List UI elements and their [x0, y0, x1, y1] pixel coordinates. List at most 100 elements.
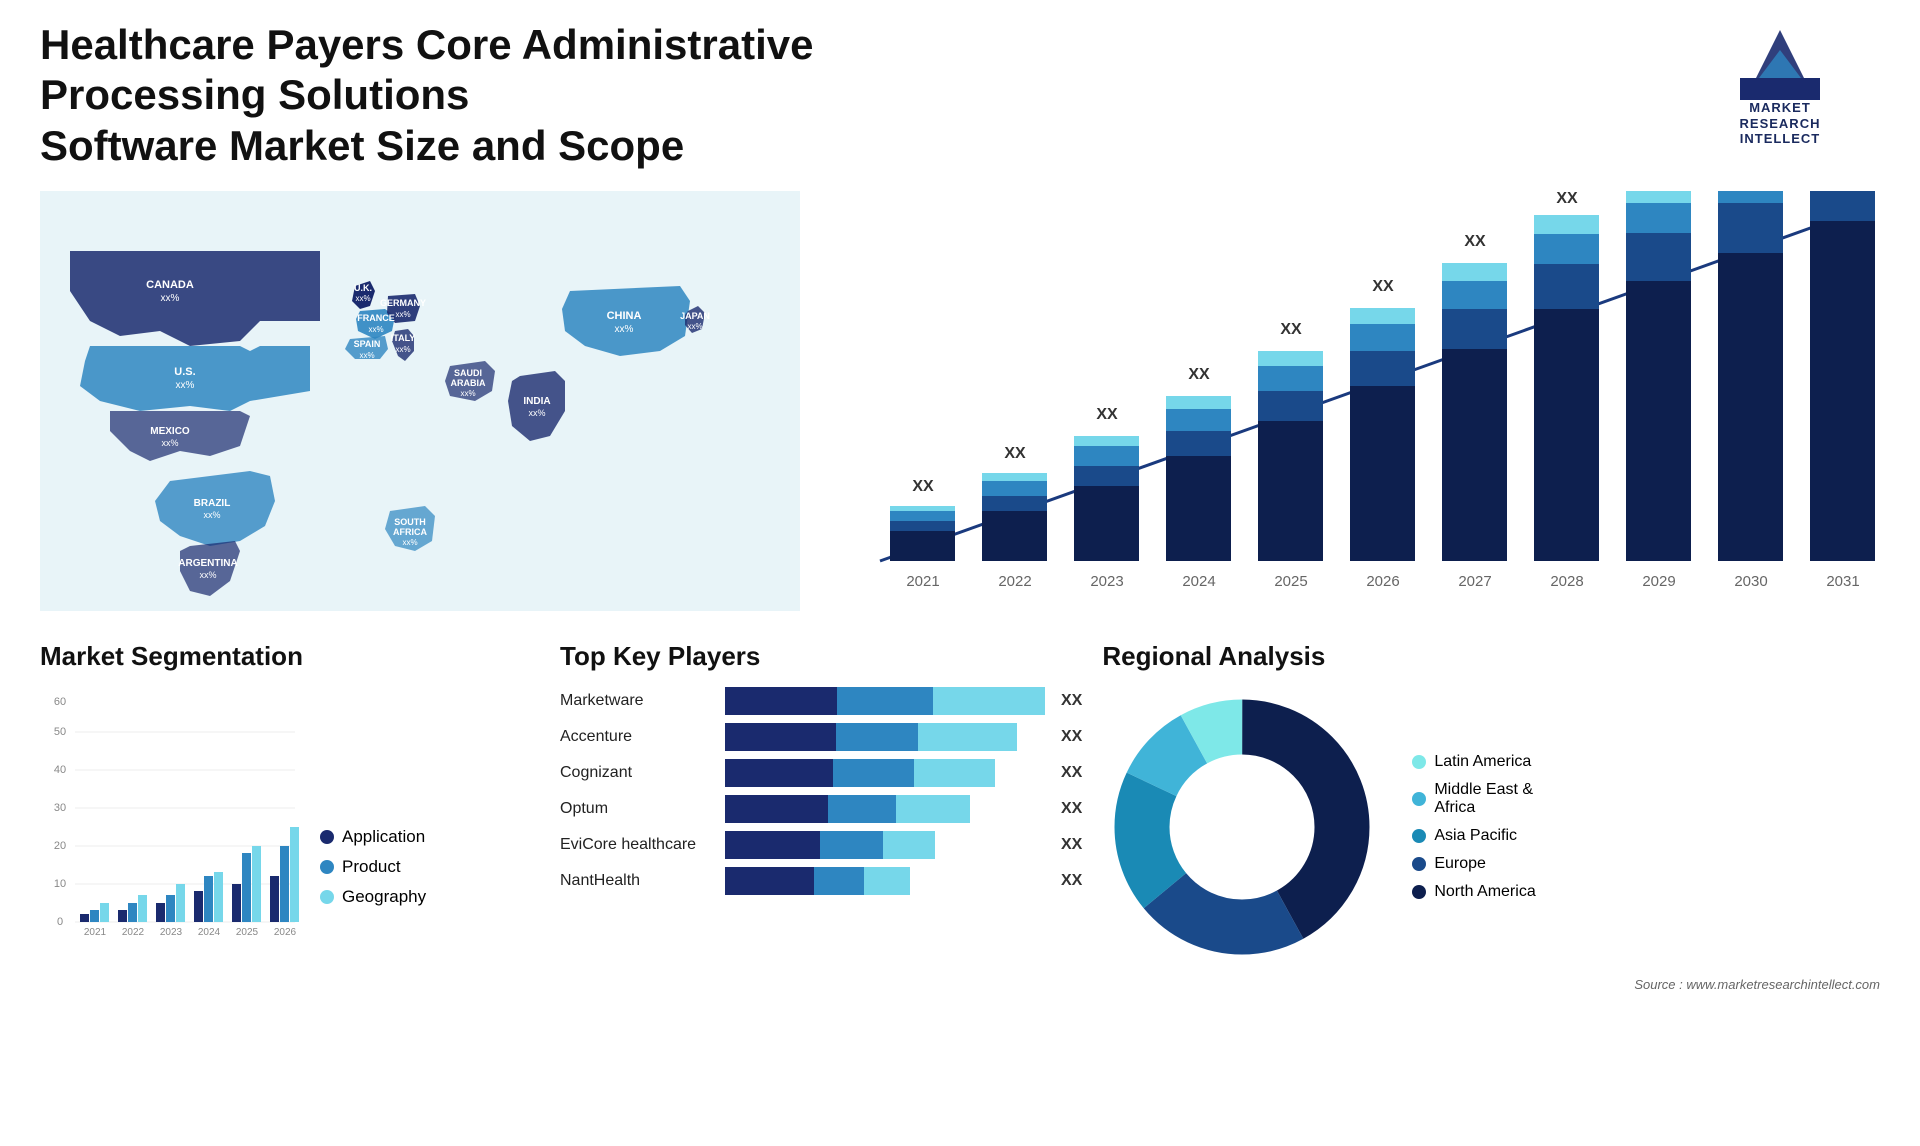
table-row: Optum XX — [560, 795, 1082, 823]
svg-text:2028: 2028 — [1550, 573, 1583, 590]
svg-text:20: 20 — [54, 840, 66, 852]
donut-hole — [1177, 762, 1307, 892]
svg-text:2024: 2024 — [198, 927, 221, 937]
svg-text:BRAZIL: BRAZIL — [194, 498, 231, 509]
player-value: XX — [1061, 836, 1082, 854]
regional-section: Regional Analysis — [1102, 641, 1880, 992]
legend-label-geography: Geography — [342, 887, 426, 907]
player-bar — [725, 831, 935, 859]
player-bar-container — [725, 831, 1045, 859]
regional-content: Latin America Middle East &Africa Asia P… — [1102, 687, 1880, 967]
svg-text:XX: XX — [912, 478, 934, 495]
bar-chart-section: XX 2021 XX 2022 XX 2023 — [830, 191, 1880, 611]
svg-text:JAPAN: JAPAN — [680, 311, 710, 321]
svg-text:xx%: xx% — [615, 324, 634, 335]
legend-item-application: Application — [320, 827, 426, 847]
regional-dot-north-america — [1412, 885, 1426, 899]
svg-text:AFRICA: AFRICA — [393, 527, 427, 537]
player-bar-container — [725, 867, 1045, 895]
bar-seg-3 — [896, 795, 970, 823]
table-row: Marketware XX — [560, 687, 1082, 715]
svg-text:xx%: xx% — [460, 389, 475, 398]
svg-text:XX: XX — [1372, 278, 1394, 295]
bar-seg-1 — [725, 687, 837, 715]
bar-seg-1 — [725, 759, 833, 787]
top-row: CANADA xx% U.S. xx% MEXICO xx% BRAZIL xx… — [40, 191, 1880, 611]
player-bar-container — [725, 723, 1045, 751]
players-title: Top Key Players — [560, 641, 1082, 672]
player-name: NantHealth — [560, 872, 715, 890]
logo-icon — [1740, 20, 1820, 100]
bar-seg-2 — [837, 687, 933, 715]
regional-label-middle-east: Middle East &Africa — [1434, 781, 1533, 817]
svg-text:xx%: xx% — [176, 380, 195, 391]
player-bar — [725, 723, 1017, 751]
legend-dot-product — [320, 860, 334, 874]
legend-item-geography: Geography — [320, 887, 426, 907]
svg-text:xx%: xx% — [359, 351, 374, 360]
regional-dot-middle-east — [1412, 792, 1426, 806]
player-name: Marketware — [560, 692, 715, 710]
seg-chart-svg: 0 10 20 30 40 50 60 — [40, 687, 300, 927]
header: Healthcare Payers Core Administrative Pr… — [40, 20, 1880, 171]
svg-text:XX: XX — [1004, 445, 1026, 462]
svg-text:2022: 2022 — [998, 573, 1031, 590]
list-item: Middle East &Africa — [1412, 781, 1535, 817]
bar-seg-2 — [820, 831, 883, 859]
bar-seg-2 — [814, 867, 864, 895]
svg-text:10: 10 — [54, 878, 66, 890]
svg-text:2023: 2023 — [160, 927, 183, 937]
legend-label-product: Product — [342, 857, 401, 877]
player-name: Cognizant — [560, 764, 715, 782]
svg-text:2021: 2021 — [906, 573, 939, 590]
bar-seg-1 — [725, 867, 814, 895]
svg-text:ITALY: ITALY — [391, 333, 416, 343]
regional-title: Regional Analysis — [1102, 641, 1880, 672]
svg-text:xx%: xx% — [687, 322, 702, 331]
svg-text:xx%: xx% — [161, 293, 180, 304]
svg-text:INDIA: INDIA — [523, 396, 550, 407]
bar-seg-2 — [833, 759, 914, 787]
world-map: CANADA xx% U.S. xx% MEXICO xx% BRAZIL xx… — [40, 191, 800, 611]
players-list: Marketware XX Accenture — [560, 687, 1082, 895]
svg-text:MEXICO: MEXICO — [150, 426, 190, 437]
svg-text:2024: 2024 — [1182, 573, 1215, 590]
svg-text:2026: 2026 — [274, 927, 297, 937]
svg-text:2025: 2025 — [236, 927, 259, 937]
table-row: Cognizant XX — [560, 759, 1082, 787]
svg-text:xx%: xx% — [395, 310, 410, 319]
regional-label-latin-america: Latin America — [1434, 753, 1531, 771]
svg-text:xx%: xx% — [355, 294, 370, 303]
growth-bar-chart: XX 2021 XX 2022 XX 2023 — [830, 191, 1880, 611]
player-value: XX — [1061, 800, 1082, 818]
table-row: EviCore healthcare XX — [560, 831, 1082, 859]
svg-text:XX: XX — [1464, 233, 1486, 250]
seg-legend: Application Product Geography — [320, 827, 426, 927]
bar-seg-1 — [725, 795, 828, 823]
svg-text:2025: 2025 — [1274, 573, 1307, 590]
svg-text:XX: XX — [1740, 191, 1762, 195]
svg-text:U.S.: U.S. — [174, 366, 195, 378]
player-name: Accenture — [560, 728, 715, 746]
svg-text:50: 50 — [54, 726, 66, 738]
svg-text:60: 60 — [54, 696, 66, 708]
seg-content: 0 10 20 30 40 50 60 — [40, 687, 540, 927]
player-name: EviCore healthcare — [560, 836, 715, 854]
svg-text:2023: 2023 — [1090, 573, 1123, 590]
list-item: Latin America — [1412, 753, 1535, 771]
bar-seg-2 — [836, 723, 918, 751]
donut-chart — [1102, 687, 1382, 967]
svg-text:SAUDI: SAUDI — [454, 368, 482, 378]
legend-label-application: Application — [342, 827, 425, 847]
bar-seg-1 — [725, 831, 820, 859]
list-item: North America — [1412, 883, 1535, 901]
player-bar — [725, 687, 1045, 715]
regional-label-north-america: North America — [1434, 883, 1535, 901]
svg-text:xx%: xx% — [203, 510, 220, 520]
svg-text:0: 0 — [57, 916, 63, 928]
svg-text:2030: 2030 — [1734, 573, 1767, 590]
svg-text:xx%: xx% — [161, 438, 178, 448]
bar-seg-3 — [883, 831, 936, 859]
players-section: Top Key Players Marketware XX — [560, 641, 1082, 895]
player-value: XX — [1061, 692, 1082, 710]
